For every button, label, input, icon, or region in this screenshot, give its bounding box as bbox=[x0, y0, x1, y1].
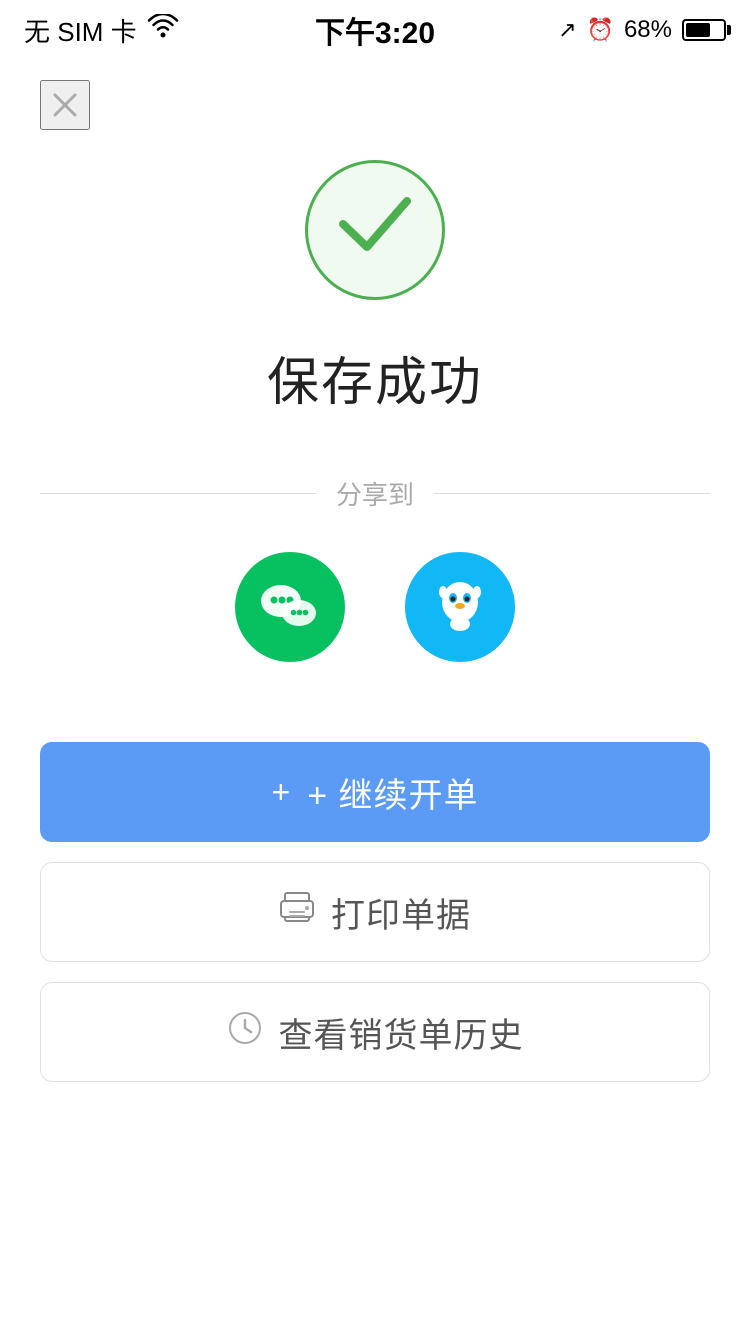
location-icon: ↗ bbox=[558, 17, 576, 43]
qq-share-button[interactable] bbox=[405, 552, 515, 662]
history-icon bbox=[227, 1010, 263, 1054]
status-right-icons: ↗ ⏰ 68% bbox=[558, 16, 726, 44]
success-circle bbox=[305, 160, 445, 300]
printer-icon bbox=[279, 891, 315, 933]
divider-right bbox=[434, 493, 710, 494]
alarm-icon: ⏰ bbox=[587, 17, 614, 43]
continue-order-label: + 继续开单 bbox=[307, 768, 478, 817]
close-icon bbox=[47, 87, 83, 123]
share-label: 分享到 bbox=[336, 475, 414, 512]
share-icons-container bbox=[235, 552, 515, 662]
view-history-button[interactable]: 查看销货单历史 bbox=[40, 982, 710, 1082]
checkmark-icon bbox=[335, 189, 415, 271]
success-title: 保存成功 bbox=[267, 340, 483, 415]
share-divider: 分享到 bbox=[40, 475, 710, 512]
close-button[interactable] bbox=[40, 80, 90, 130]
history-label: 查看销货单历史 bbox=[279, 1008, 524, 1057]
continue-order-button[interactable]: + + 继续开单 bbox=[40, 742, 710, 842]
divider-left bbox=[40, 493, 316, 494]
battery-indicator bbox=[682, 19, 726, 41]
wifi-icon bbox=[147, 14, 179, 47]
main-content: 保存成功 分享到 bbox=[0, 60, 750, 1334]
status-bar: 无 SIM 卡 下午3:20 ↗ ⏰ 68% bbox=[0, 0, 750, 60]
status-time: 下午3:20 bbox=[315, 8, 435, 52]
share-section: 分享到 bbox=[40, 475, 710, 662]
plus-icon: + bbox=[272, 774, 292, 811]
no-sim-text: 无 SIM 卡 bbox=[24, 12, 137, 49]
wechat-share-button[interactable] bbox=[235, 552, 345, 662]
battery-percent: 68% bbox=[624, 16, 672, 44]
print-label: 打印单据 bbox=[331, 888, 471, 937]
action-buttons: + + 继续开单 打印单据 bbox=[40, 742, 710, 1082]
status-carrier: 无 SIM 卡 bbox=[24, 12, 179, 49]
print-button[interactable]: 打印单据 bbox=[40, 862, 710, 962]
